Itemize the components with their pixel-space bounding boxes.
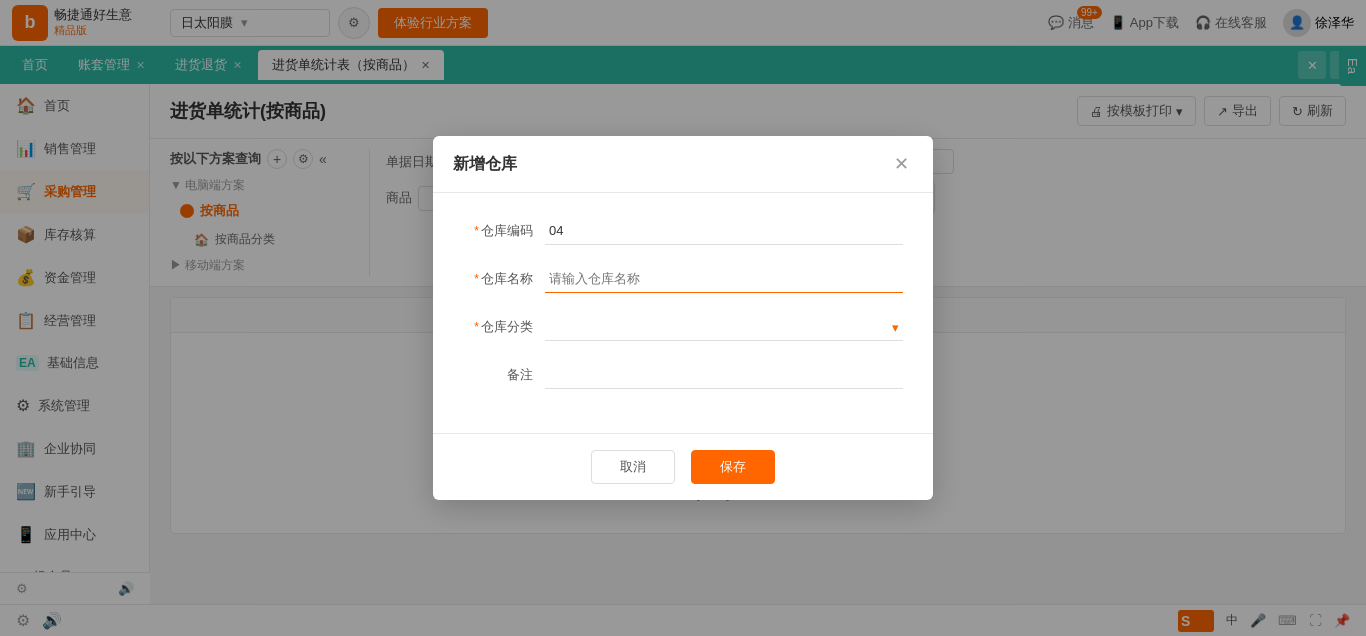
cancel-button[interactable]: 取消 — [591, 450, 675, 484]
modal-title: 新增仓库 — [453, 154, 517, 175]
notes-label: 备注 — [463, 366, 533, 384]
modal-header: 新增仓库 ✕ — [433, 136, 933, 193]
modal-overlay[interactable]: 新增仓库 ✕ 仓库编码 仓库名称 仓库分类 ▾ — [0, 0, 1366, 636]
warehouse-category-select-wrap: ▾ — [545, 313, 903, 341]
modal-footer: 取消 保存 — [433, 433, 933, 500]
modal-close-button[interactable]: ✕ — [889, 152, 913, 176]
warehouse-code-input[interactable] — [545, 217, 903, 245]
warehouse-code-field: 仓库编码 — [463, 217, 903, 245]
warehouse-name-field: 仓库名称 — [463, 265, 903, 293]
warehouse-code-label: 仓库编码 — [463, 222, 533, 240]
warehouse-name-label: 仓库名称 — [463, 270, 533, 288]
warehouse-category-label: 仓库分类 — [463, 318, 533, 336]
save-button[interactable]: 保存 — [691, 450, 775, 484]
new-warehouse-modal: 新增仓库 ✕ 仓库编码 仓库名称 仓库分类 ▾ — [433, 136, 933, 500]
modal-body: 仓库编码 仓库名称 仓库分类 ▾ 备注 — [433, 193, 933, 433]
notes-field: 备注 — [463, 361, 903, 389]
warehouse-category-select[interactable] — [545, 313, 903, 341]
notes-input[interactable] — [545, 361, 903, 389]
warehouse-category-field: 仓库分类 ▾ — [463, 313, 903, 341]
warehouse-name-input[interactable] — [545, 265, 903, 293]
